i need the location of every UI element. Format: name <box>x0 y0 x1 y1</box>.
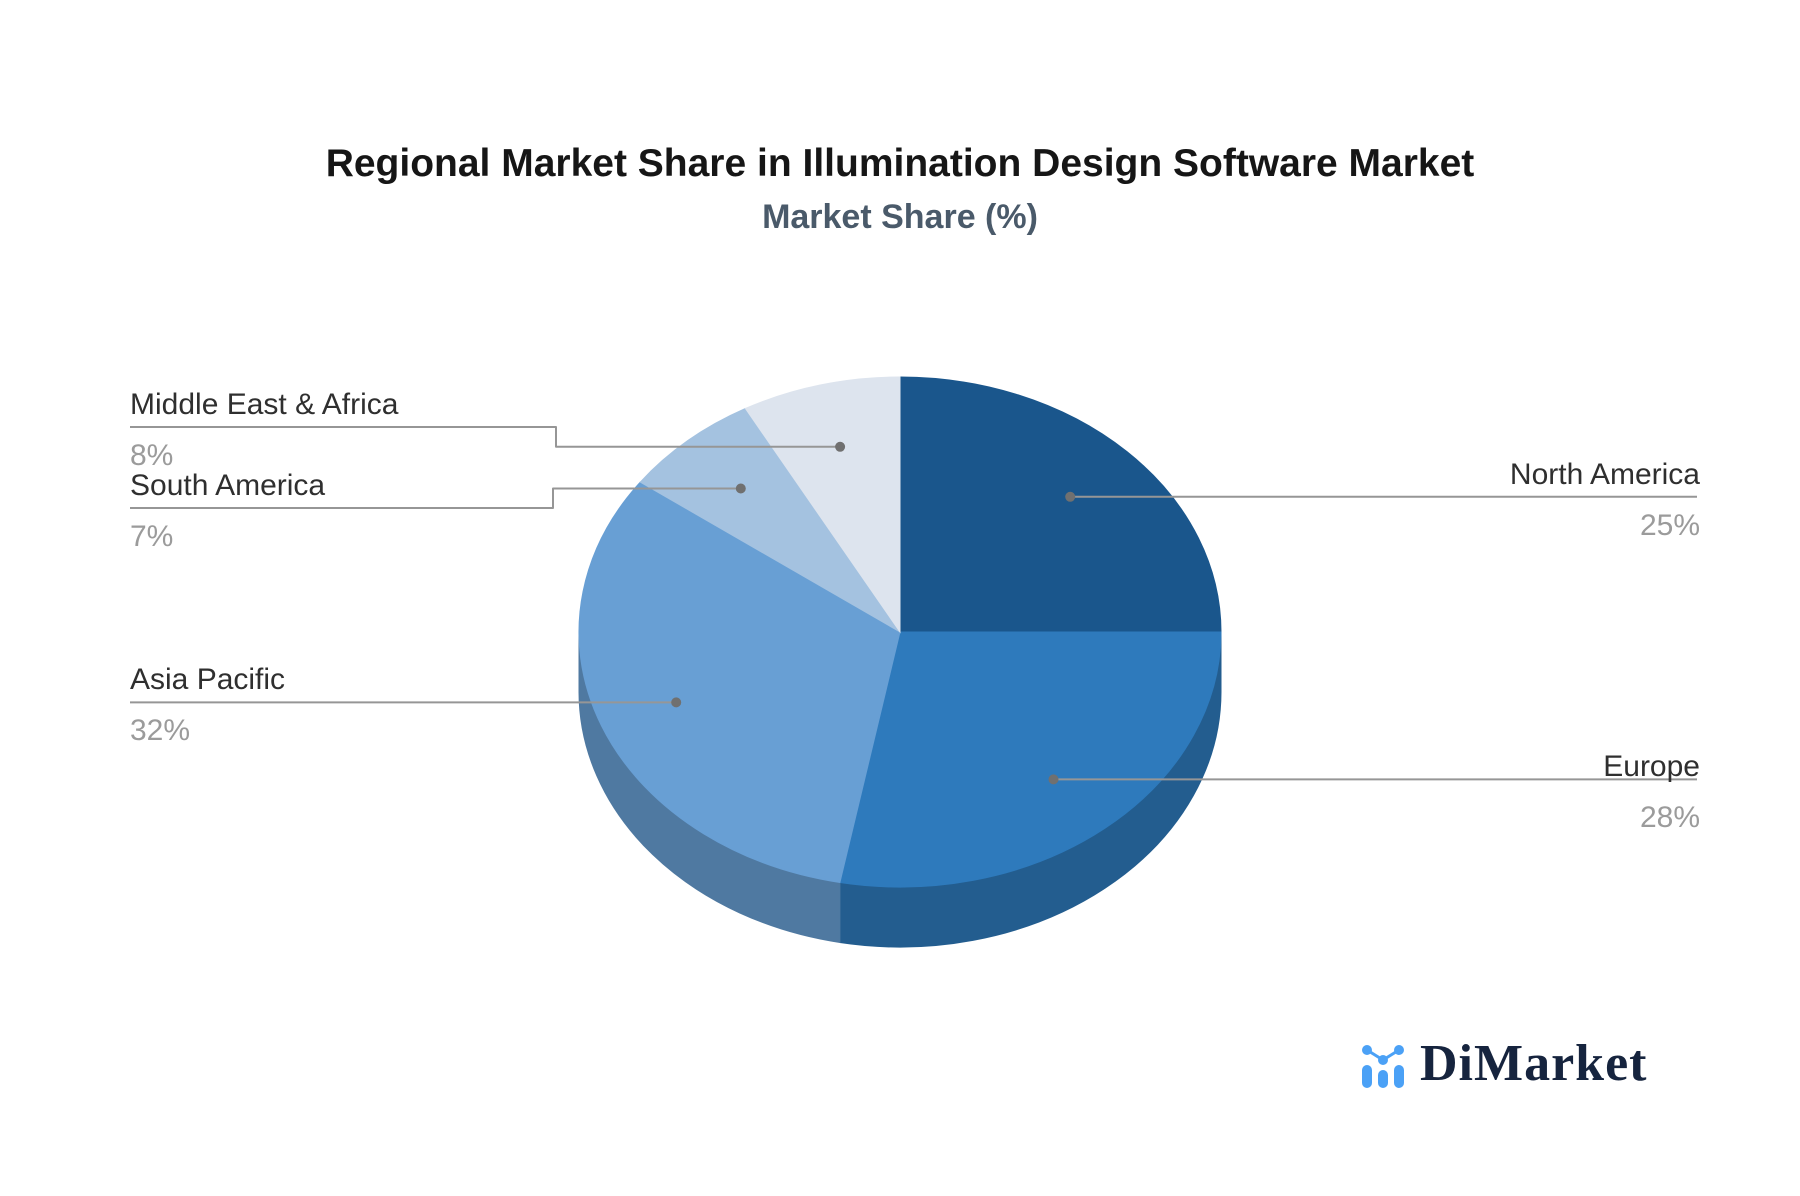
slice-label-asia-pacific: Asia Pacific <box>130 663 285 697</box>
slice-label-south-america: South America <box>130 469 325 503</box>
leader-dot <box>1065 492 1075 502</box>
slice-pct-asia-pacific: 32% <box>130 714 190 748</box>
slice-pct-middle-east-africa: 8% <box>130 439 173 473</box>
pie-slice-north-america[interactable] <box>900 377 1221 632</box>
leader-dot <box>835 442 845 452</box>
brand-name: DiMarket <box>1420 1038 1647 1090</box>
slice-pct-north-america: 25% <box>1640 509 1700 543</box>
slice-pct-south-america: 7% <box>130 520 173 554</box>
slice-label-north-america: North America <box>1510 458 1700 492</box>
slice-label-middle-east-africa: Middle East & Africa <box>130 388 398 422</box>
chart-canvas: Regional Market Share in Illumination De… <box>0 0 1800 1196</box>
brand-logo: DiMarket <box>1360 1038 1647 1090</box>
leader-dot <box>736 484 746 494</box>
bar-line-chart-icon <box>1360 1042 1408 1090</box>
leader-dot <box>671 697 681 707</box>
pie-chart[interactable] <box>0 0 1800 1196</box>
leader-dot <box>1049 774 1059 784</box>
slice-pct-europe: 28% <box>1640 801 1700 835</box>
pie-slice-europe[interactable] <box>840 632 1221 887</box>
slice-label-europe: Europe <box>1603 750 1700 784</box>
